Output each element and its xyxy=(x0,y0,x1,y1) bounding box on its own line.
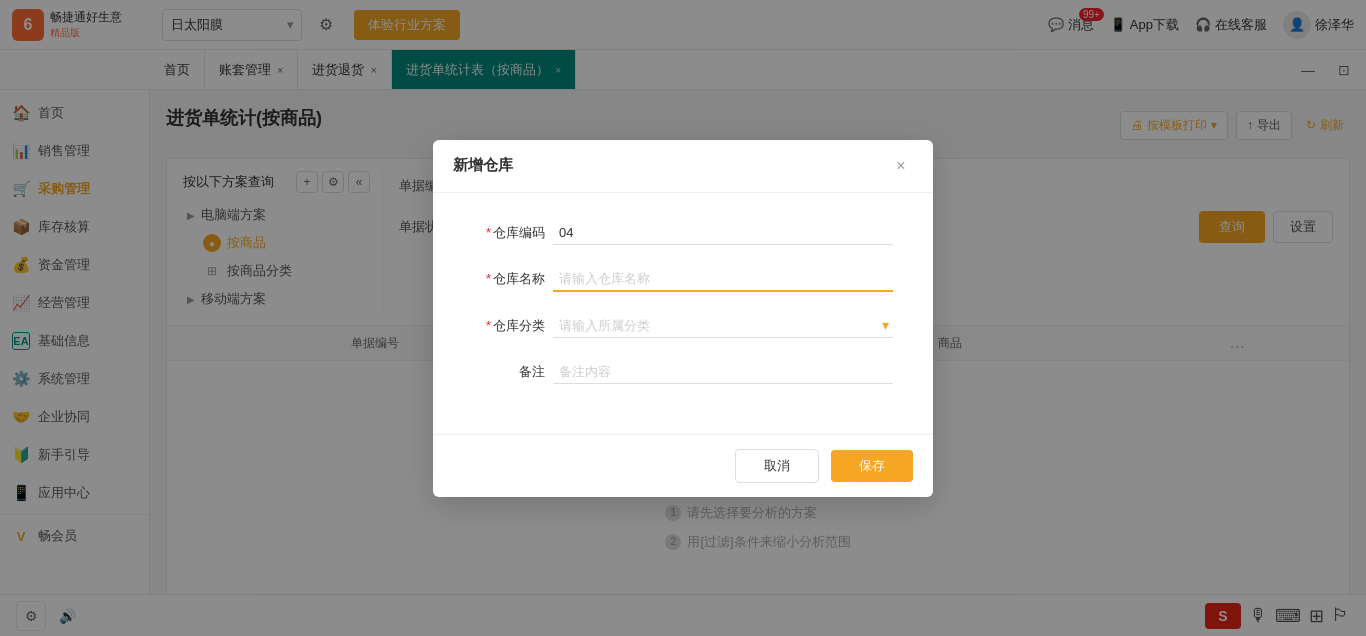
code-label: *仓库编码 xyxy=(473,224,553,242)
category-select[interactable]: 请输入所属分类 xyxy=(553,314,893,337)
cancel-button[interactable]: 取消 xyxy=(735,449,819,483)
form-row-category: *仓库分类 请输入所属分类 ▾ xyxy=(473,314,893,338)
name-input[interactable] xyxy=(553,267,893,292)
save-button[interactable]: 保存 xyxy=(831,450,913,482)
name-label: *仓库名称 xyxy=(473,270,553,288)
note-input[interactable] xyxy=(553,360,893,384)
modal-close-button[interactable]: × xyxy=(889,154,913,178)
add-warehouse-modal: 新增仓库 × *仓库编码 *仓库名称 *仓库分类 xyxy=(433,140,933,497)
code-input[interactable] xyxy=(553,221,893,245)
form-row-note: 备注 xyxy=(473,360,893,384)
form-row-name: *仓库名称 xyxy=(473,267,893,292)
note-label: 备注 xyxy=(473,363,553,381)
modal-title: 新增仓库 xyxy=(453,156,513,175)
modal-body: *仓库编码 *仓库名称 *仓库分类 请输入所属分类 xyxy=(433,193,933,434)
modal-overlay: 新增仓库 × *仓库编码 *仓库名称 *仓库分类 xyxy=(0,0,1366,636)
form-row-code: *仓库编码 xyxy=(473,221,893,245)
modal-footer: 取消 保存 xyxy=(433,434,933,497)
modal-header: 新增仓库 × xyxy=(433,140,933,193)
category-select-wrap[interactable]: 请输入所属分类 ▾ xyxy=(553,314,893,338)
category-label: *仓库分类 xyxy=(473,317,553,335)
